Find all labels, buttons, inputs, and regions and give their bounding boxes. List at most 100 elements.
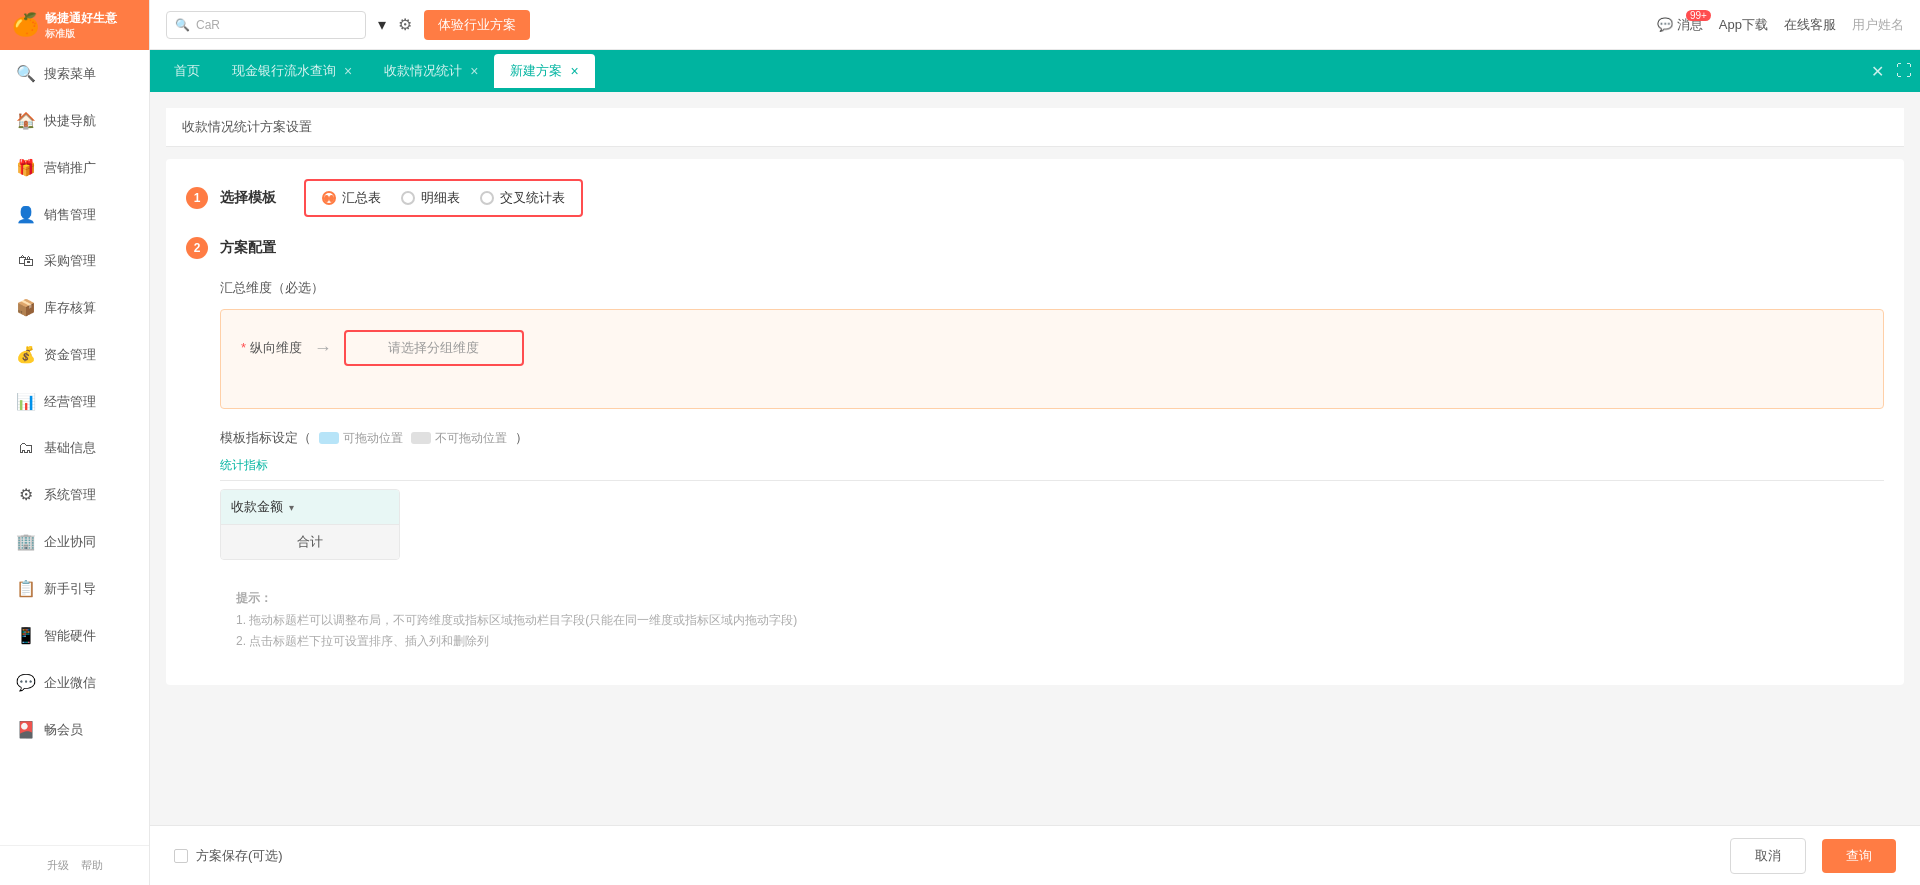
trial-btn[interactable]: 体验行业方案 [424, 10, 530, 40]
hardware-icon: 📱 [16, 626, 36, 645]
upgrade-btn[interactable]: 升级 [47, 858, 69, 873]
sidebar-item-sales[interactable]: 👤 销售管理 [0, 191, 149, 238]
sidebar-item-label: 企业协同 [44, 533, 96, 551]
message-count: 99+ [1686, 10, 1711, 21]
logo-icon: 🍊 [12, 12, 39, 38]
search-box[interactable]: 🔍 CaR [166, 11, 366, 39]
step1-circle: 1 [186, 187, 208, 209]
sidebar-item-basic-info[interactable]: 🗂 基础信息 [0, 425, 149, 471]
sidebar-item-finance[interactable]: 💰 资金管理 [0, 331, 149, 378]
radio-summary-circle [322, 191, 336, 205]
search-text: CaR [196, 18, 220, 32]
sidebar-item-purchase[interactable]: 🛍 采购管理 [0, 238, 149, 284]
metrics-table-header[interactable]: 收款金额 ▾ [221, 490, 399, 524]
tab-new-plan[interactable]: 新建方案 × [494, 54, 594, 88]
home-icon: 🏠 [16, 111, 36, 130]
member-icon: 🎴 [16, 720, 36, 739]
save-checkbox[interactable] [174, 849, 188, 863]
metrics-header: 模板指标设定（ 可拖动位置 不可拖动位置 ） [220, 429, 1884, 447]
sidebar-logo: 🍊 畅捷通好生意 标准版 [0, 0, 149, 50]
metrics-dropdown-icon[interactable]: ▾ [289, 502, 294, 513]
cancel-button[interactable]: 取消 [1730, 838, 1806, 874]
page-title-bar: 收款情况统计方案设置 [166, 108, 1904, 147]
sidebar-item-label: 采购管理 [44, 252, 96, 270]
tab-receipt-stats-close[interactable]: × [470, 63, 478, 79]
sidebar-item-label: 搜索菜单 [44, 65, 96, 83]
user-icon: 👤 [16, 205, 36, 224]
folder-icon: 🗂 [16, 439, 36, 457]
vertical-dimension-label: * 纵向维度 [241, 339, 302, 357]
close-all-icon[interactable]: ✕ [1871, 62, 1884, 81]
sidebar-item-inventory[interactable]: 📦 库存核算 [0, 284, 149, 331]
metrics-content: 统计指标 收款金额 ▾ 合计 [220, 457, 1884, 560]
sidebar-footer: 升级 帮助 [0, 845, 149, 885]
user-name[interactable]: 用户姓名 [1852, 16, 1904, 34]
sidebar-item-quick-nav[interactable]: 🏠 快捷导航 [0, 97, 149, 144]
logo-name: 畅捷通好生意 [45, 10, 117, 27]
topbar-right: 💬 消息 99+ App下载 在线客服 用户姓名 [1657, 16, 1904, 34]
sidebar-item-search-menu[interactable]: 🔍 搜索菜单 [0, 50, 149, 97]
radio-summary[interactable]: 汇总表 [322, 189, 381, 207]
tips-title: 提示： [236, 591, 272, 605]
sidebar-item-label: 新手引导 [44, 580, 96, 598]
sidebar-item-enterprise[interactable]: 🏢 企业协同 [0, 518, 149, 565]
save-checkbox-label: 方案保存(可选) [196, 847, 283, 865]
hint-draggable-label: 可拖动位置 [343, 430, 403, 447]
message-badge[interactable]: 💬 消息 99+ [1657, 16, 1703, 34]
query-button[interactable]: 查询 [1822, 839, 1896, 873]
expand-icon[interactable]: ⛶ [1896, 62, 1912, 80]
tab-receipt-stats-label: 收款情况统计 [384, 62, 462, 80]
bottom-bar: 方案保存(可选) 取消 查询 [150, 825, 1920, 885]
step2-circle: 2 [186, 237, 208, 259]
metrics-table: 收款金额 ▾ 合计 [220, 489, 400, 560]
tab-bank-flow-label: 现金银行流水查询 [232, 62, 336, 80]
save-checkbox-row[interactable]: 方案保存(可选) [174, 847, 283, 865]
tab-receipt-stats[interactable]: 收款情况统计 × [368, 54, 494, 88]
sidebar-item-label: 营销推广 [44, 159, 96, 177]
sidebar-item-label: 系统管理 [44, 486, 96, 504]
tip-line-2: 1. 拖动标题栏可以调整布局，不可跨维度或指标区域拖动栏目字段(只能在同一维度或… [236, 610, 1868, 632]
sidebar-item-label: 库存核算 [44, 299, 96, 317]
building-icon: 🏢 [16, 532, 36, 551]
online-service-link[interactable]: 在线客服 [1784, 16, 1836, 34]
help-btn[interactable]: 帮助 [81, 858, 103, 873]
sidebar-item-hardware[interactable]: 📱 智能硬件 [0, 612, 149, 659]
chart-icon: 📊 [16, 392, 36, 411]
shopping-icon: 🛍 [16, 252, 36, 270]
radio-summary-label: 汇总表 [342, 189, 381, 207]
money-icon: 💰 [16, 345, 36, 364]
settings-icon[interactable]: ⚙ [398, 15, 412, 34]
dimension-arrow-icon: → [314, 338, 332, 359]
sidebar-item-label: 经营管理 [44, 393, 96, 411]
app-download-link[interactable]: App下载 [1719, 16, 1768, 34]
sidebar-item-marketing[interactable]: 🎁 营销推广 [0, 144, 149, 191]
tab-new-plan-close[interactable]: × [570, 63, 578, 79]
tab-home[interactable]: 首页 [158, 54, 216, 88]
dropdown-arrow-icon[interactable]: ▾ [378, 15, 386, 34]
dimension-select[interactable]: 请选择分组维度 [344, 330, 524, 366]
draggable-indicator [319, 432, 339, 444]
metrics-title-suffix: ） [515, 429, 528, 447]
tips-section: 提示： 1. 拖动标题栏可以调整布局，不可跨维度或指标区域拖动栏目字段(只能在同… [220, 576, 1884, 665]
step2-content: 汇总维度（必选） * 纵向维度 → 请选择分组维度 模板指标 [186, 279, 1884, 665]
radio-cross[interactable]: 交叉统计表 [480, 189, 565, 207]
dimension-title-text: 汇总维度（必选） [220, 280, 324, 295]
metrics-title: 模板指标设定（ [220, 429, 311, 447]
hint-draggable: 可拖动位置 [319, 430, 403, 447]
tab-bank-flow-close[interactable]: × [344, 63, 352, 79]
sidebar-item-beginner[interactable]: 📋 新手引导 [0, 565, 149, 612]
dimension-row: * 纵向维度 → 请选择分组维度 [241, 330, 1863, 366]
radio-detail[interactable]: 明细表 [401, 189, 460, 207]
radio-detail-label: 明细表 [421, 189, 460, 207]
step1-label: 选择模板 [220, 189, 276, 207]
metrics-table-cell: 合计 [221, 524, 399, 559]
tab-bank-flow[interactable]: 现金银行流水查询 × [216, 54, 368, 88]
radio-cross-label: 交叉统计表 [500, 189, 565, 207]
sidebar-item-wechat[interactable]: 💬 企业微信 [0, 659, 149, 706]
sidebar-item-system[interactable]: ⚙ 系统管理 [0, 471, 149, 518]
metrics-hint: 可拖动位置 不可拖动位置 [319, 430, 507, 447]
sidebar-item-operations[interactable]: 📊 经营管理 [0, 378, 149, 425]
wechat-icon: 💬 [16, 673, 36, 692]
sidebar-item-member[interactable]: 🎴 畅会员 [0, 706, 149, 753]
sidebar-item-label: 畅会员 [44, 721, 83, 739]
